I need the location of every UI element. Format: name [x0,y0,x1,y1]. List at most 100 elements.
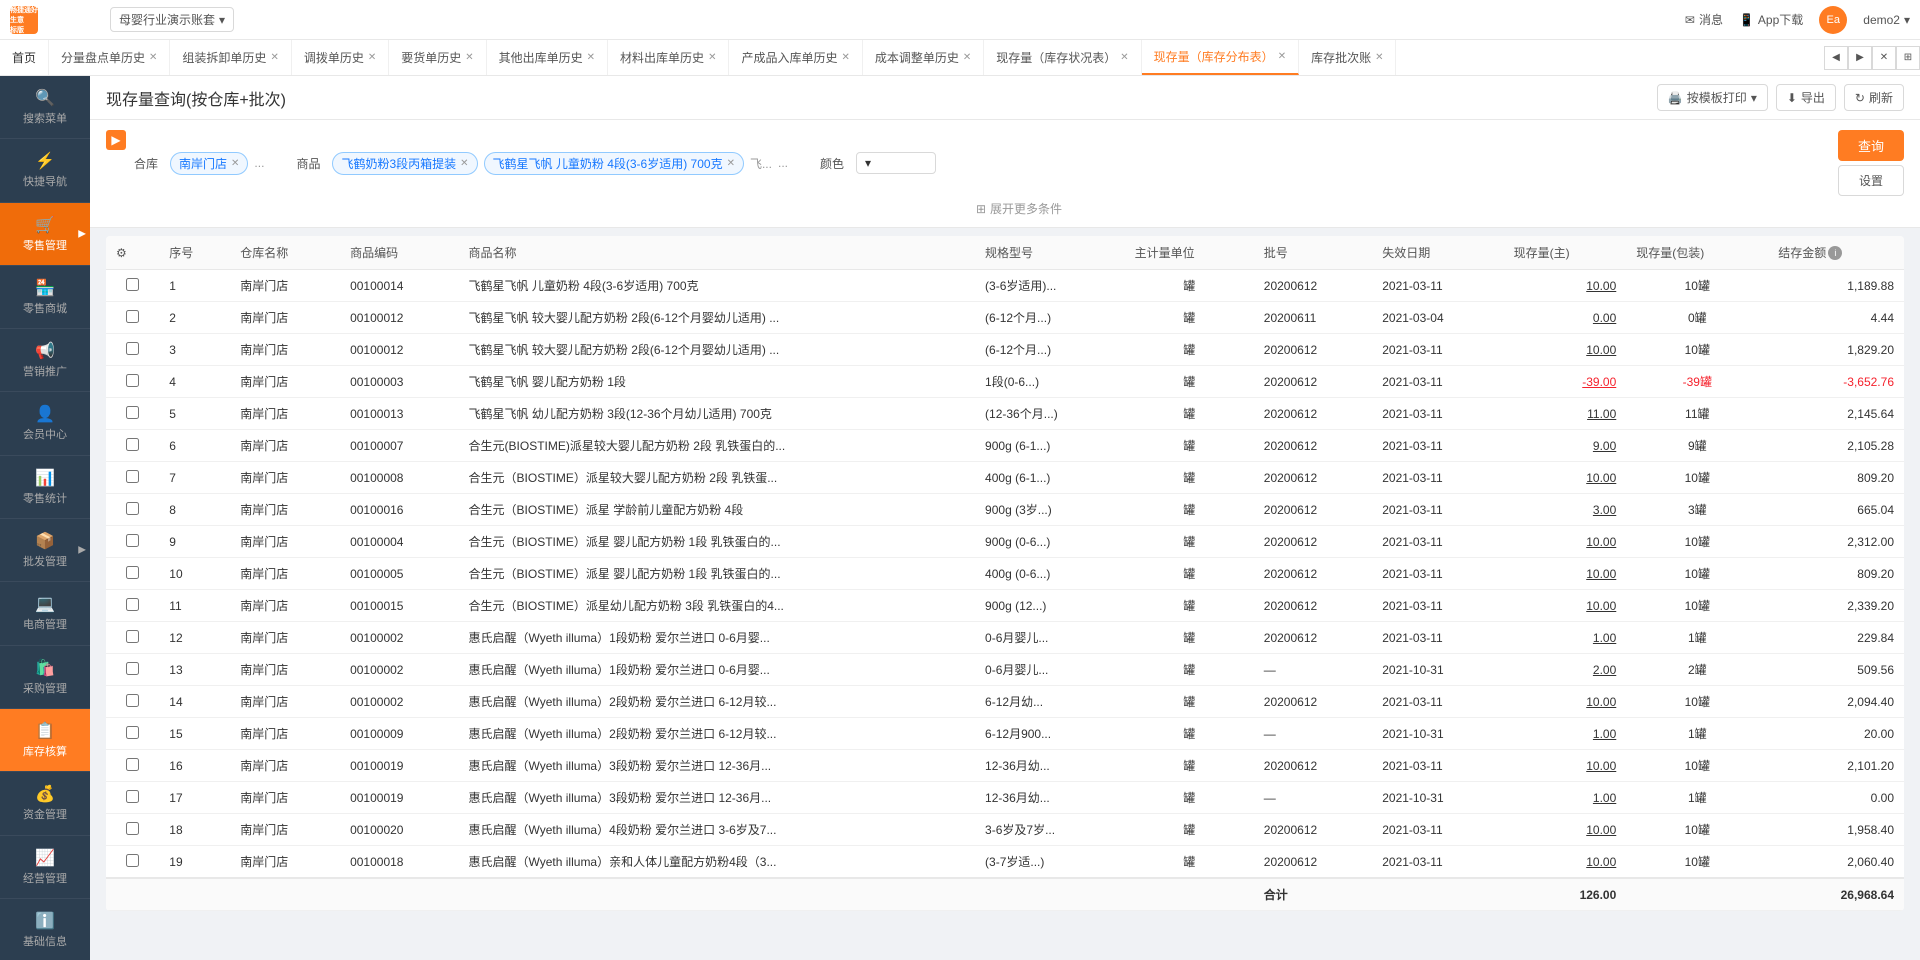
row-stock-main[interactable]: 10.00 [1504,846,1627,879]
tab-cailiao[interactable]: 材料出库单历史 ✕ [608,40,729,75]
row-stock-main[interactable]: 10.00 [1504,590,1627,622]
row-stock-main[interactable]: 10.00 [1504,270,1627,302]
row-checkbox[interactable] [106,654,159,686]
tab-chengben[interactable]: 成本调整单历史 ✕ [863,40,984,75]
row-stock-main[interactable]: -39.00 [1504,366,1627,398]
tab-pici[interactable]: 库存批次账 ✕ [1299,40,1396,75]
row-stock-main[interactable]: 10.00 [1504,334,1627,366]
close-tab-fenku[interactable]: ✕ [149,52,157,63]
close-tab-zuchai[interactable]: ✕ [270,52,278,63]
sidebar-item-finance[interactable]: 💰 资金管理 [0,772,90,835]
tab-xianzai1[interactable]: 现存量（库存状况表） ✕ [984,40,1141,75]
row-stock-main[interactable]: 11.00 [1504,398,1627,430]
row-stock-main[interactable]: 10.00 [1504,814,1627,846]
row-stock-main[interactable]: 10.00 [1504,686,1627,718]
tab-chanpin[interactable]: 产成品入库单历史 ✕ [729,40,862,75]
refresh-button[interactable]: ↻ 刷新 [1844,84,1904,111]
sidebar-item-purchase[interactable]: 🛍️ 采购管理 [0,646,90,709]
sidebar-item-member[interactable]: 👤 会员中心 [0,392,90,455]
product-more-ellipsis[interactable]: ... [778,156,788,170]
tab-zuchai[interactable]: 组装拆卸单历史 ✕ [170,40,291,75]
row-checkbox[interactable] [106,814,159,846]
setting-button[interactable]: 设置 [1838,165,1904,196]
row-checkbox[interactable] [106,686,159,718]
sidebar-item-stats[interactable]: 📊 零售统计 [0,456,90,519]
row-stock-main[interactable]: 1.00 [1504,622,1627,654]
row-checkbox[interactable] [106,558,159,590]
tab-xianzai2[interactable]: 现存量（库存分布表） ✕ [1142,40,1299,75]
username-label[interactable]: demo2 ▾ [1863,13,1910,27]
sidebar-item-marketing[interactable]: 📢 营销推广 [0,329,90,392]
sidebar-item-retail[interactable]: 🛒 零售管理 ▶ [0,203,90,266]
query-button[interactable]: 查询 [1838,130,1904,161]
expand-arrow-btn[interactable]: ▶ [106,130,126,150]
tab-diaocai[interactable]: 调拨单历史 ✕ [292,40,389,75]
sidebar-item-shop[interactable]: 🏪 零售商城 [0,266,90,329]
row-checkbox[interactable] [106,462,159,494]
tab-qita[interactable]: 其他出库单历史 ✕ [487,40,608,75]
sidebar-item-wholesale[interactable]: 📦 批发管理 ▶ [0,519,90,582]
warehouse-more[interactable]: ... [254,156,264,170]
product-tag-2[interactable]: 飞鹤星飞帆 儿童奶粉 4段(3-6岁适用) 700克 ✕ [484,152,744,175]
app-download-btn[interactable]: 📱 App下载 [1739,11,1803,28]
row-checkbox[interactable] [106,526,159,558]
row-checkbox[interactable] [106,782,159,814]
industry-selector[interactable]: 母婴行业演示账套 ▾ [110,7,234,32]
row-stock-main[interactable]: 3.00 [1504,494,1627,526]
row-stock-main[interactable]: 10.00 [1504,462,1627,494]
row-checkbox[interactable] [106,302,159,334]
row-checkbox[interactable] [106,398,159,430]
nav-next[interactable]: ▶ [1848,46,1872,70]
row-checkbox[interactable] [106,430,159,462]
close-tab-qita[interactable]: ✕ [587,52,595,63]
close-product-tag-2[interactable]: ✕ [727,158,735,169]
sidebar-item-operations[interactable]: 📈 经营管理 [0,836,90,899]
message-btn[interactable]: ✉ 消息 [1685,11,1723,28]
close-product-tag-1[interactable]: ✕ [460,158,468,169]
sidebar-item-inventory[interactable]: 📋 库存核算 [0,709,90,772]
row-stock-main[interactable]: 10.00 [1504,750,1627,782]
row-stock-main[interactable]: 0.00 [1504,302,1627,334]
row-checkbox[interactable] [106,718,159,750]
product-tag-1[interactable]: 飞鹤奶粉3段丙箱提装 ✕ [332,152,477,175]
export-button[interactable]: ⬇ 导出 [1776,84,1836,111]
expand-conditions-btn[interactable]: ⊞ 展开更多条件 [976,200,1062,217]
row-stock-main[interactable]: 1.00 [1504,782,1627,814]
row-stock-main[interactable]: 1.00 [1504,718,1627,750]
sidebar-item-basic[interactable]: ℹ️ 基础信息 [0,899,90,960]
close-tab-xianzai2[interactable]: ✕ [1278,51,1286,62]
user-avatar[interactable]: Ea [1819,6,1847,34]
close-tab-chengben[interactable]: ✕ [963,52,971,63]
close-tab-yaohuo[interactable]: ✕ [465,52,473,63]
nav-close-all[interactable]: ✕ [1872,46,1896,70]
sidebar-item-search[interactable]: 🔍 搜索菜单 [0,76,90,139]
row-stock-main[interactable]: 10.00 [1504,558,1627,590]
close-tab-diaocai[interactable]: ✕ [368,52,376,63]
row-checkbox[interactable] [106,366,159,398]
tab-yaohuo[interactable]: 要货单历史 ✕ [389,40,486,75]
row-checkbox[interactable] [106,270,159,302]
warehouse-tag-nanan[interactable]: 南岸门店 ✕ [170,152,248,175]
nav-menu[interactable]: ⊞ [1896,46,1920,70]
sidebar-item-shortcut[interactable]: ⚡ 快捷导航 [0,139,90,202]
color-select[interactable]: ▾ [856,152,936,174]
row-checkbox[interactable] [106,750,159,782]
close-tab-chanpin[interactable]: ✕ [841,52,849,63]
row-stock-main[interactable]: 10.00 [1504,526,1627,558]
close-tab-xianzai1[interactable]: ✕ [1120,52,1128,63]
settings-icon[interactable]: ⚙ [116,246,127,260]
product-more[interactable]: 飞... [750,155,772,172]
row-checkbox[interactable] [106,846,159,879]
row-checkbox[interactable] [106,494,159,526]
close-tab-cailiao[interactable]: ✕ [708,52,716,63]
sidebar-item-ecom[interactable]: 💻 电商管理 [0,582,90,645]
close-tab-pici[interactable]: ✕ [1375,52,1383,63]
balance-info-icon[interactable]: i [1828,246,1842,260]
row-checkbox[interactable] [106,622,159,654]
row-stock-main[interactable]: 9.00 [1504,430,1627,462]
row-checkbox[interactable] [106,590,159,622]
tab-home[interactable]: 首页 [0,40,49,75]
row-stock-main[interactable]: 2.00 [1504,654,1627,686]
close-warehouse-tag[interactable]: ✕ [231,158,239,169]
row-checkbox[interactable] [106,334,159,366]
